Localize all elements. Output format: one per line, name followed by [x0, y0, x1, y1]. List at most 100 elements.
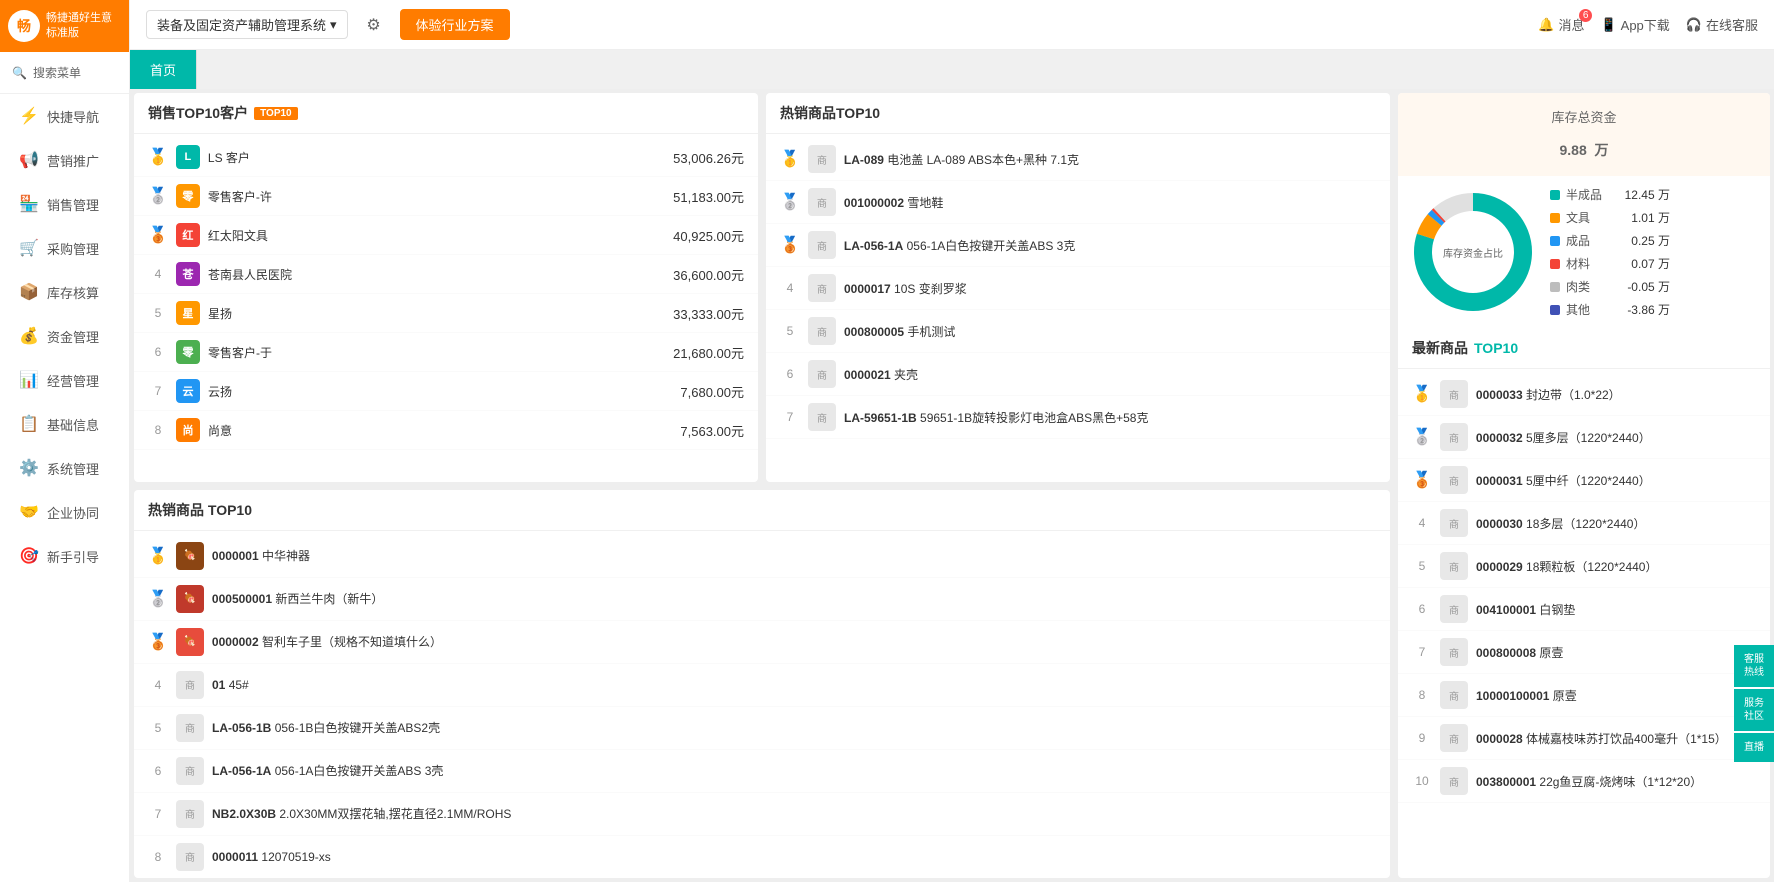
customer-list-item[interactable]: 🥈 零 零售客户-许 51,183.00元 [134, 177, 758, 216]
newest-product-item[interactable]: 7 商 000800008 原壹 [1398, 631, 1770, 674]
product-list-item[interactable]: 6 商 0000021 夹壳 [766, 353, 1390, 396]
product-list-item[interactable]: 🥇 商 LA-089 电池盖 LA-089 ABS本色+黑种 7.1克 [766, 138, 1390, 181]
experience-button[interactable]: 体验行业方案 [400, 9, 510, 40]
hot-product-list-item[interactable]: 🥇 🍖 0000001 中华神器 [134, 535, 1390, 578]
product-list-item[interactable]: 4 商 0000017 10S 变刹罗浆 [766, 267, 1390, 310]
rank-number: 5 [780, 324, 800, 338]
product-avatar: 商 [808, 360, 836, 388]
hot-product-list-item[interactable]: 🥈 🍖 000500001 新西兰牛肉（新牛） [134, 578, 1390, 621]
rank-number: 5 [148, 306, 168, 320]
sidebar-item-marketing[interactable]: 📢 营销推广 [0, 138, 129, 182]
newest-product-item[interactable]: 🥉 商 0000031 5厘中纤（1220*2440） [1398, 459, 1770, 502]
tab-home[interactable]: 首页 [130, 50, 197, 89]
online-service-label: 在线客服 [1706, 15, 1758, 34]
product-info: 0000017 10S 变刹罗浆 [844, 280, 1376, 297]
hot-product-list-item[interactable]: 4 商 01 45# [134, 664, 1390, 707]
rank-number: 4 [148, 678, 168, 692]
customer-list-item[interactable]: 8 尚 尚意 7,563.00元 [134, 411, 758, 450]
customer-list-item[interactable]: 4 苍 苍南县人民医院 36,600.00元 [134, 255, 758, 294]
customer-list-item[interactable]: 🥉 红 红太阳文具 40,925.00元 [134, 216, 758, 255]
sidebar-item-inventory[interactable]: 📦 库存核算 [0, 270, 129, 314]
hot-product-list-item[interactable]: 7 商 NB2.0X30B 2.0X30MM双摆花轴,摆花直径2.1MM/ROH… [134, 793, 1390, 836]
customer-name: 苍南县人民医院 [208, 266, 665, 283]
customer-list-item[interactable]: 5 星 星扬 33,333.00元 [134, 294, 758, 333]
newest-product-item[interactable]: 🥈 商 0000032 5厘多层（1220*2440） [1398, 416, 1770, 459]
sidebar-item-quick[interactable]: ⚡ 快捷导航 [0, 94, 129, 138]
live-button[interactable]: 直播 [1734, 733, 1774, 762]
sidebar-item-base[interactable]: 📋 基础信息 [0, 402, 129, 446]
service-community-button[interactable]: 服务社区 [1734, 689, 1774, 731]
newest-product-info: 004100001 白钢垫 [1476, 601, 1756, 618]
newest-product-item[interactable]: 4 商 0000030 18多层（1220*2440） [1398, 502, 1770, 545]
sidebar-item-purchase[interactable]: 🛒 采购管理 [0, 226, 129, 270]
hot-product-avatar: 商 [176, 714, 204, 742]
hot-product-list-item[interactable]: 8 商 0000011 12070519-xs [134, 836, 1390, 879]
customer-avatar: 云 [176, 379, 200, 403]
rank-medal: 🥉 [148, 632, 168, 652]
app-download-button[interactable]: 📱 App下载 [1600, 15, 1669, 34]
customer-list-item[interactable]: 7 云 云扬 7,680.00元 [134, 372, 758, 411]
hot-product-list-item[interactable]: 6 商 LA-056-1A 056-1A白色按键开关盖ABS 3壳 [134, 750, 1390, 793]
sidebar-search-area[interactable]: 🔍 搜索菜单 [0, 52, 129, 94]
product-list-item[interactable]: 🥈 商 001000002 雪地鞋 [766, 181, 1390, 224]
search-menu-button[interactable]: 🔍 搜索菜单 [8, 60, 121, 85]
customer-amount: 7,563.00元 [680, 421, 744, 440]
sidebar-item-guide[interactable]: 🎯 新手引导 [0, 534, 129, 578]
newest-products-header: 最新商品 TOP10 [1398, 328, 1770, 369]
rank-number: 7 [148, 807, 168, 821]
customer-avatar: L [176, 145, 200, 169]
inventory-summary: 库存总资金 9.88 万 [1398, 93, 1770, 176]
customer-amount: 53,006.26元 [673, 148, 744, 167]
rank-number: 8 [148, 850, 168, 864]
product-list-item[interactable]: 7 商 LA-59651-1B 59651-1B旋转投影灯电池盒ABS黑色+58… [766, 396, 1390, 439]
newest-product-item[interactable]: 10 商 003800001 22g鱼豆腐-烧烤味（1*12*20） [1398, 760, 1770, 803]
sidebar-item-operations[interactable]: 📊 经营管理 [0, 358, 129, 402]
newest-product-item[interactable]: 🥇 商 0000033 封边带（1.0*22） [1398, 373, 1770, 416]
customer-list-item[interactable]: 🥇 L LS 客户 53,006.26元 [134, 138, 758, 177]
rank-number: 10 [1412, 774, 1432, 788]
hot-product-list-item[interactable]: 🥉 🍖 0000002 智利车子里（规格不知道填什么） [134, 621, 1390, 664]
marketing-icon: 📢 [19, 150, 39, 170]
sidebar-item-finance[interactable]: 💰 资金管理 [0, 314, 129, 358]
sidebar-item-system[interactable]: ⚙️ 系统管理 [0, 446, 129, 490]
chart-center-text: 库存资金占比 [1443, 247, 1503, 260]
customer-amount: 33,333.00元 [673, 304, 744, 323]
product-top10-panel: 热销商品TOP10 🥇 商 LA-089 电池盖 LA-089 ABS本色+黑种… [766, 93, 1390, 482]
newest-product-info: 003800001 22g鱼豆腐-烧烤味（1*12*20） [1476, 773, 1756, 790]
product-list-item[interactable]: 5 商 000800005 手机测试 [766, 310, 1390, 353]
online-service-button[interactable]: 🎧 在线客服 [1686, 15, 1758, 34]
settings-button[interactable]: ⚙ [360, 11, 388, 39]
sidebar-item-sales[interactable]: 🏪 销售管理 [0, 182, 129, 226]
inventory-chart-area: 库存资金占比 半成品 12.45 万 文具 1.01 万 成品 0.25 万 材… [1398, 176, 1770, 328]
legend-value: 0.25 万 [1631, 232, 1670, 249]
notifications-button[interactable]: 🔔 消息 6 [1538, 15, 1584, 34]
product-info: LA-056-1A 056-1A白色按键开关盖ABS 3克 [844, 237, 1376, 254]
sidebar-item-enterprise[interactable]: 🤝 企业协同 [0, 490, 129, 534]
customer-avatar: 零 [176, 184, 200, 208]
product-list-item[interactable]: 🥉 商 LA-056-1A 056-1A白色按键开关盖ABS 3克 [766, 224, 1390, 267]
newest-products-top-label: TOP10 [1474, 340, 1518, 356]
rank-number: 7 [148, 384, 168, 398]
newest-product-item[interactable]: 8 商 10000100001 原壹 [1398, 674, 1770, 717]
customer-amount: 40,925.00元 [673, 226, 744, 245]
customer-name: 云扬 [208, 383, 672, 400]
legend-label: 半成品 [1566, 186, 1619, 203]
hot-product-avatar: 商 [176, 843, 204, 871]
hot-product-list-item[interactable]: 5 商 LA-056-1B 056-1B白色按键开关盖ABS2壳 [134, 707, 1390, 750]
system-select[interactable]: 装备及固定资产辅助管理系统 ▾ [146, 10, 348, 39]
hot-product-info: 0000001 中华神器 [212, 547, 1376, 564]
legend-item: 半成品 12.45 万 [1550, 186, 1670, 203]
service-hotline-button[interactable]: 客服热线 [1734, 645, 1774, 687]
rank-medal: 🥇 [148, 147, 168, 167]
newest-product-item[interactable]: 6 商 004100001 白钢垫 [1398, 588, 1770, 631]
legend-item: 成品 0.25 万 [1550, 232, 1670, 249]
newest-product-item[interactable]: 9 商 0000028 体械嘉枝味苏打饮品400毫升（1*15） [1398, 717, 1770, 760]
hot-product-info: 0000011 12070519-xs [212, 850, 1376, 864]
product-avatar: 商 [808, 274, 836, 302]
customer-avatar: 红 [176, 223, 200, 247]
newest-product-item[interactable]: 5 商 0000029 18颗粒板（1220*2440） [1398, 545, 1770, 588]
customer-list-item[interactable]: 6 零 零售客户-于 21,680.00元 [134, 333, 758, 372]
product-top10-body: 🥇 商 LA-089 电池盖 LA-089 ABS本色+黑种 7.1克 🥈 商 … [766, 134, 1390, 482]
main-area: 装备及固定资产辅助管理系统 ▾ ⚙ 体验行业方案 🔔 消息 6 📱 App下载 … [130, 0, 1774, 882]
base-icon: 📋 [19, 414, 39, 434]
